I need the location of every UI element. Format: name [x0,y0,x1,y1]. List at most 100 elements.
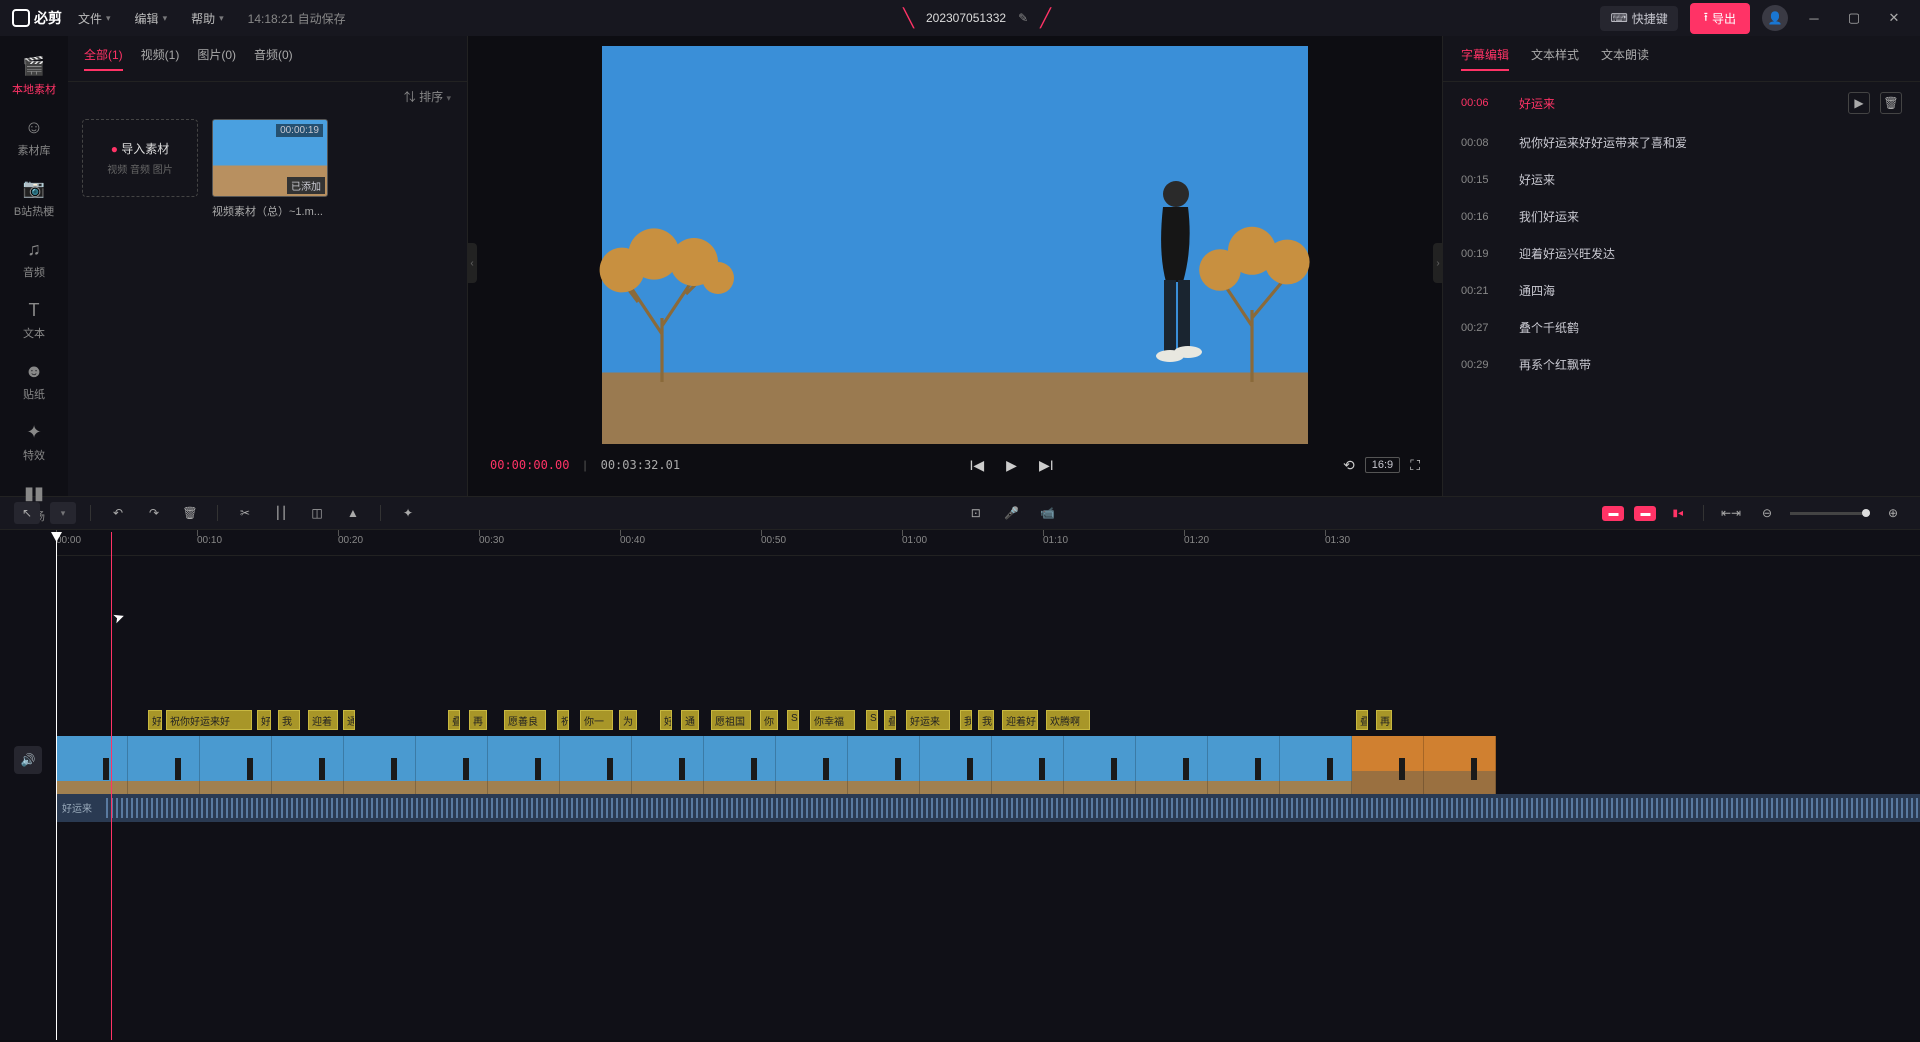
rail-特效[interactable]: ✦特效 [0,412,68,473]
subtitle-clip[interactable]: 愿善良 [504,710,546,730]
subtitle-row[interactable]: 00:19迎着好运兴旺发达 [1443,235,1920,272]
timeline[interactable]: 00:0000:1000:2000:3000:4000:5001:0001:10… [0,530,1920,1040]
subtitle-clip[interactable]: 为 [619,710,637,730]
subtitle-clip[interactable]: 叠 [1356,710,1368,730]
time-ruler[interactable]: 00:0000:1000:2000:3000:4000:5001:0001:10… [56,530,1920,556]
undo-button[interactable]: ↶ [105,502,131,524]
snap-button[interactable]: ⇤⇥ [1718,502,1744,524]
subtitle-row[interactable]: 00:27叠个千纸鹤 [1443,309,1920,346]
edit-name-icon[interactable]: ✎ [1018,11,1028,25]
video-track[interactable] [56,736,1920,794]
crop-button[interactable]: ◫ [304,502,330,524]
pointer-tool-button[interactable]: ↖ [14,502,40,524]
subtitle-clip[interactable]: 再 [1376,710,1392,730]
subtitle-row[interactable]: 00:21通四海 [1443,272,1920,309]
next-frame-button[interactable]: ▶I [1039,457,1054,474]
right-tab[interactable]: 字幕编辑 [1461,46,1509,71]
marker-1[interactable]: ▬ [1602,506,1624,521]
delete-button[interactable]: 🗑 [177,502,203,524]
minimize-button[interactable]: ─ [1800,11,1828,26]
subtitle-row[interactable]: 00:08祝你好运来好好运带来了喜和爱 [1443,124,1920,161]
magic-button[interactable]: ✦ [395,502,421,524]
audio-track[interactable]: 好运来 [56,794,1920,822]
aspect-ratio[interactable]: 16:9 [1365,457,1400,473]
subtitle-row[interactable]: 00:29再系个红飘带 [1443,346,1920,383]
menu-edit[interactable]: 编辑▾ [127,6,176,31]
subtitle-clip[interactable]: 叠 [448,710,460,730]
marker-3[interactable]: ▮◂ [1666,506,1689,521]
subtitle-clip[interactable]: 迎着好 [1002,710,1038,730]
subtitle-clip[interactable]: 好 [148,710,162,730]
mirror-button[interactable]: ▲ [340,502,366,524]
rail-贴纸[interactable]: ☻贴纸 [0,351,68,412]
cut-button[interactable]: ✂ [232,502,258,524]
right-tab[interactable]: 文本朗读 [1601,46,1649,71]
subtitle-clip[interactable]: 通 [343,710,355,730]
subtitle-clip[interactable]: 你 [760,710,778,730]
subtitle-clip[interactable]: 迎着 [308,710,338,730]
redo-button[interactable]: ↷ [141,502,167,524]
rail-音频[interactable]: ♫音频 [0,229,68,290]
export-button[interactable]: ⭱导出 [1690,3,1750,34]
shortcut-button[interactable]: ⌨快捷键 [1600,6,1677,31]
subtitle-clip[interactable]: S [787,710,799,730]
zoom-slider[interactable] [1790,512,1870,515]
subtitle-clip[interactable]: 叠 [884,710,896,730]
maximize-button[interactable]: ▢ [1840,10,1868,26]
subtitle-clip[interactable]: 好 [257,710,271,730]
split-button[interactable]: ⎮⎮ [268,502,294,524]
prev-frame-button[interactable]: I◀ [970,457,985,474]
subtitle-row[interactable]: 00:06好运来▶🗑 [1443,82,1920,124]
user-avatar[interactable]: 👤 [1762,5,1788,31]
rail-B站热梗[interactable]: 📷B站热梗 [0,168,68,229]
sort-button[interactable]: ⇅ 排序 ▾ [404,88,451,105]
asset-tab[interactable]: 全部(1) [84,46,123,71]
mic-button[interactable]: 🎤 [999,502,1025,524]
menu-help[interactable]: 帮助▾ [183,6,232,31]
subtitle-clip[interactable]: 我 [278,710,300,730]
fullscreen-icon[interactable]: ⛶ [1410,457,1420,474]
tool-dropdown[interactable]: ▾ [50,502,76,524]
collapse-left-icon[interactable]: ‹ [467,243,477,283]
asset-clip[interactable]: 00:00:19 已添加 视频素材（总）~1.m... [212,119,328,219]
subtitle-clip[interactable]: 祝 [557,710,569,730]
collapse-right-icon[interactable]: › [1433,243,1443,283]
secondary-playhead[interactable] [111,532,112,1040]
subtitle-clip[interactable]: 欢腾啊 [1046,710,1090,730]
subtitle-clip[interactable]: 我 [960,710,972,730]
menu-file[interactable]: 文件▾ [70,6,119,31]
subtitle-row[interactable]: 00:16我们好运来 [1443,198,1920,235]
right-tab[interactable]: 文本样式 [1531,46,1579,71]
subtitle-clip[interactable]: 好 [660,710,672,730]
asset-tab[interactable]: 音频(0) [254,46,293,71]
subtitle-clip[interactable]: S [866,710,878,730]
zoom-out-button[interactable]: ⊖ [1754,502,1780,524]
subtitle-clip[interactable]: 通 [681,710,699,730]
subtitle-clip[interactable]: 好运来 [906,710,950,730]
play-sub-icon[interactable]: ▶ [1848,92,1870,114]
zoom-in-button[interactable]: ⊕ [1880,502,1906,524]
subtitle-clip[interactable]: 你一 [580,710,613,730]
subtitle-clip[interactable]: 再 [469,710,487,730]
caption-button[interactable]: ⊡ [963,502,989,524]
subtitle-clip[interactable]: 愿祖国 [711,710,751,730]
loop-icon[interactable]: ⟲ [1343,457,1355,474]
play-button[interactable]: ▶ [1006,457,1017,474]
subtitle-clip[interactable]: 我 [978,710,994,730]
import-card[interactable]: ● 导入素材 视频 音频 图片 [82,119,198,219]
camera-button[interactable]: 📹 [1035,502,1061,524]
subtitle-row[interactable]: 00:15好运来 [1443,161,1920,198]
video-preview[interactable] [602,46,1308,444]
subtitle-track[interactable]: 好祝你好运来好好我迎着通叠再愿善良祝你一为好通愿祖国你S你幸福S叠好运来我我迎着… [56,710,1920,732]
marker-2[interactable]: ▬ [1634,506,1656,521]
close-button[interactable]: ✕ [1880,10,1908,26]
rail-素材库[interactable]: ☺素材库 [0,107,68,168]
project-name[interactable]: 202307051332 [926,11,1006,25]
rail-本地素材[interactable]: 🎬本地素材 [0,46,68,107]
subtitle-clip[interactable]: 你幸福 [810,710,855,730]
asset-tab[interactable]: 视频(1) [141,46,180,71]
playhead[interactable] [56,532,57,1040]
delete-sub-icon[interactable]: 🗑 [1880,92,1902,114]
subtitle-clip[interactable]: 祝你好运来好 [166,710,252,730]
rail-文本[interactable]: T文本 [0,290,68,351]
